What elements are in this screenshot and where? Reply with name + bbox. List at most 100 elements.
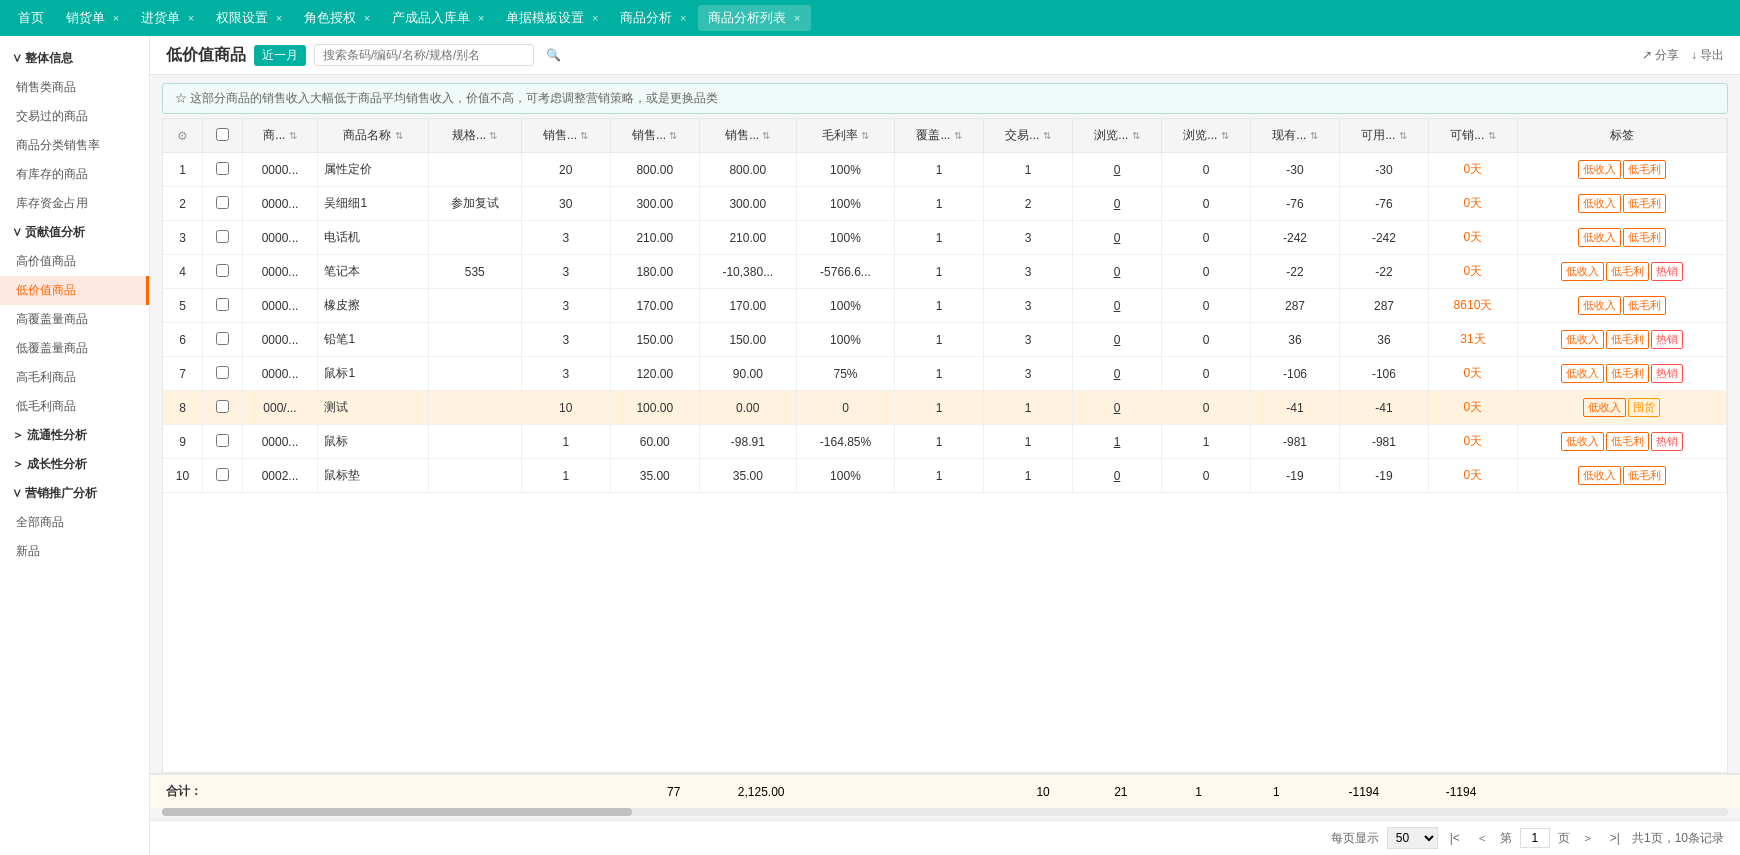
row-checkbox-3[interactable]: [216, 230, 229, 243]
cell-checkbox-10[interactable]: [202, 459, 242, 493]
cell-views1-6[interactable]: 0: [1073, 323, 1162, 357]
sidebar-item-low-value[interactable]: 低价值商品: [0, 276, 149, 305]
row-checkbox-5[interactable]: [216, 298, 229, 311]
select-all-checkbox[interactable]: [216, 128, 229, 141]
nav-sales-order[interactable]: 销货单 ×: [56, 5, 129, 31]
cell-checkbox-9[interactable]: [202, 425, 242, 459]
cell-name-5[interactable]: 橡皮擦: [318, 289, 428, 323]
nav-product-storage[interactable]: 产成品入库单 ×: [382, 5, 494, 31]
sidebar-item-high-margin[interactable]: 高毛利商品: [0, 363, 149, 392]
nav-product-analysis[interactable]: 商品分析 ×: [610, 5, 696, 31]
sidebar-item-high-value[interactable]: 高价值商品: [0, 247, 149, 276]
row-checkbox-10[interactable]: [216, 468, 229, 481]
horizontal-scrollbar[interactable]: [162, 808, 1728, 816]
nav-template-setting[interactable]: 单据模板设置 ×: [496, 5, 608, 31]
page-number-input[interactable]: [1520, 828, 1550, 848]
cell-views1-8[interactable]: 0: [1073, 391, 1162, 425]
th-gross-margin[interactable]: 毛利率 ⇅: [796, 119, 894, 153]
per-page-select[interactable]: 50 100 200: [1387, 827, 1438, 849]
cell-views1-10[interactable]: 0: [1073, 459, 1162, 493]
th-saleable[interactable]: 可销... ⇅: [1428, 119, 1517, 153]
search-icon[interactable]: 🔍: [546, 48, 561, 62]
nav-permission[interactable]: 权限设置 ×: [206, 5, 292, 31]
cell-checkbox-1[interactable]: [202, 153, 242, 187]
last-page-btn[interactable]: >|: [1606, 829, 1624, 847]
th-views1[interactable]: 浏览... ⇅: [1073, 119, 1162, 153]
share-button[interactable]: ↗ 分享: [1642, 47, 1679, 64]
th-name[interactable]: 商品名称 ⇅: [318, 119, 428, 153]
cell-name-8[interactable]: 测试: [318, 391, 428, 425]
cell-checkbox-8[interactable]: [202, 391, 242, 425]
th-sales2[interactable]: 销售... ⇅: [699, 119, 796, 153]
export-button[interactable]: ↓ 导出: [1691, 47, 1724, 64]
th-transactions[interactable]: 交易... ⇅: [984, 119, 1073, 153]
cell-name-10[interactable]: 鼠标垫: [318, 459, 428, 493]
cell-checkbox-2[interactable]: [202, 187, 242, 221]
cell-checkbox-3[interactable]: [202, 221, 242, 255]
cell-views1-1[interactable]: 0: [1073, 153, 1162, 187]
cell-checkbox-4[interactable]: [202, 255, 242, 289]
row-checkbox-2[interactable]: [216, 196, 229, 209]
row-checkbox-7[interactable]: [216, 366, 229, 379]
row-checkbox-1[interactable]: [216, 162, 229, 175]
sidebar-item-low-margin[interactable]: 低毛利商品: [0, 392, 149, 421]
cell-checkbox-5[interactable]: [202, 289, 242, 323]
sidebar-item-sales-products[interactable]: 销售类商品: [0, 73, 149, 102]
cell-views1-2[interactable]: 0: [1073, 187, 1162, 221]
search-input[interactable]: [314, 44, 534, 66]
first-page-btn[interactable]: |<: [1446, 829, 1464, 847]
cell-name-9[interactable]: 鼠标: [318, 425, 428, 459]
filter-tag-recent-month[interactable]: 近一月: [254, 45, 306, 66]
th-code[interactable]: 商... ⇅: [242, 119, 318, 153]
cell-views1-9[interactable]: 1: [1073, 425, 1162, 459]
th-gear[interactable]: ⚙: [163, 119, 202, 153]
th-views2[interactable]: 浏览... ⇅: [1162, 119, 1251, 153]
sidebar-item-new-products[interactable]: 新品: [0, 537, 149, 566]
cell-name-4[interactable]: 笔记本: [318, 255, 428, 289]
cell-views2-9: 1: [1162, 425, 1251, 459]
section-title-circulation[interactable]: ＞ 流通性分析: [0, 421, 149, 450]
sidebar-item-traded-products[interactable]: 交易过的商品: [0, 102, 149, 131]
cell-name-7[interactable]: 鼠标1: [318, 357, 428, 391]
th-checkbox[interactable]: [202, 119, 242, 153]
th-current-stock[interactable]: 现有... ⇅: [1251, 119, 1340, 153]
cell-name-6[interactable]: 铅笔1: [318, 323, 428, 357]
next-page-btn[interactable]: ＞: [1578, 828, 1598, 849]
sidebar-item-category-sales-rate[interactable]: 商品分类销售率: [0, 131, 149, 160]
th-spec[interactable]: 规格... ⇅: [428, 119, 521, 153]
nav-purchase-order[interactable]: 进货单 ×: [131, 5, 204, 31]
section-title-growth[interactable]: ＞ 成长性分析: [0, 450, 149, 479]
th-sales1[interactable]: 销售... ⇅: [610, 119, 699, 153]
cell-views1-4[interactable]: 0: [1073, 255, 1162, 289]
sidebar-item-all-products[interactable]: 全部商品: [0, 508, 149, 537]
sidebar-item-stock-products[interactable]: 有库存的商品: [0, 160, 149, 189]
row-checkbox-6[interactable]: [216, 332, 229, 345]
th-available[interactable]: 可用... ⇅: [1339, 119, 1428, 153]
cell-views1-7[interactable]: 0: [1073, 357, 1162, 391]
cell-code-8: 000/...: [242, 391, 318, 425]
cell-views1-5[interactable]: 0: [1073, 289, 1162, 323]
cell-name-3[interactable]: 电话机: [318, 221, 428, 255]
cell-checkbox-6[interactable]: [202, 323, 242, 357]
nav-home[interactable]: 首页: [8, 5, 54, 31]
scroll-thumb[interactable]: [162, 808, 632, 816]
th-qty[interactable]: 销售... ⇅: [521, 119, 610, 153]
sidebar-item-high-coverage[interactable]: 高覆盖量商品: [0, 305, 149, 334]
section-title-marketing[interactable]: ∨ 营销推广分析: [0, 479, 149, 508]
nav-role-auth[interactable]: 角色授权 ×: [294, 5, 380, 31]
row-checkbox-4[interactable]: [216, 264, 229, 277]
cell-name-2[interactable]: 吴细细1: [318, 187, 428, 221]
section-title-overall[interactable]: ∨ 整体信息: [0, 44, 149, 73]
sidebar-item-stock-capital[interactable]: 库存资金占用: [0, 189, 149, 218]
row-checkbox-8[interactable]: [216, 400, 229, 413]
section-title-contribution[interactable]: ∨ 贡献值分析: [0, 218, 149, 247]
prev-page-btn[interactable]: ＜: [1472, 828, 1492, 849]
nav-product-analysis-list[interactable]: 商品分析列表 ×: [698, 5, 810, 31]
cell-sales1-5: 170.00: [610, 289, 699, 323]
th-coverage[interactable]: 覆盖... ⇅: [895, 119, 984, 153]
cell-views1-3[interactable]: 0: [1073, 221, 1162, 255]
row-checkbox-9[interactable]: [216, 434, 229, 447]
cell-name-1[interactable]: 属性定价: [318, 153, 428, 187]
sidebar-item-low-coverage[interactable]: 低覆盖量商品: [0, 334, 149, 363]
cell-checkbox-7[interactable]: [202, 357, 242, 391]
